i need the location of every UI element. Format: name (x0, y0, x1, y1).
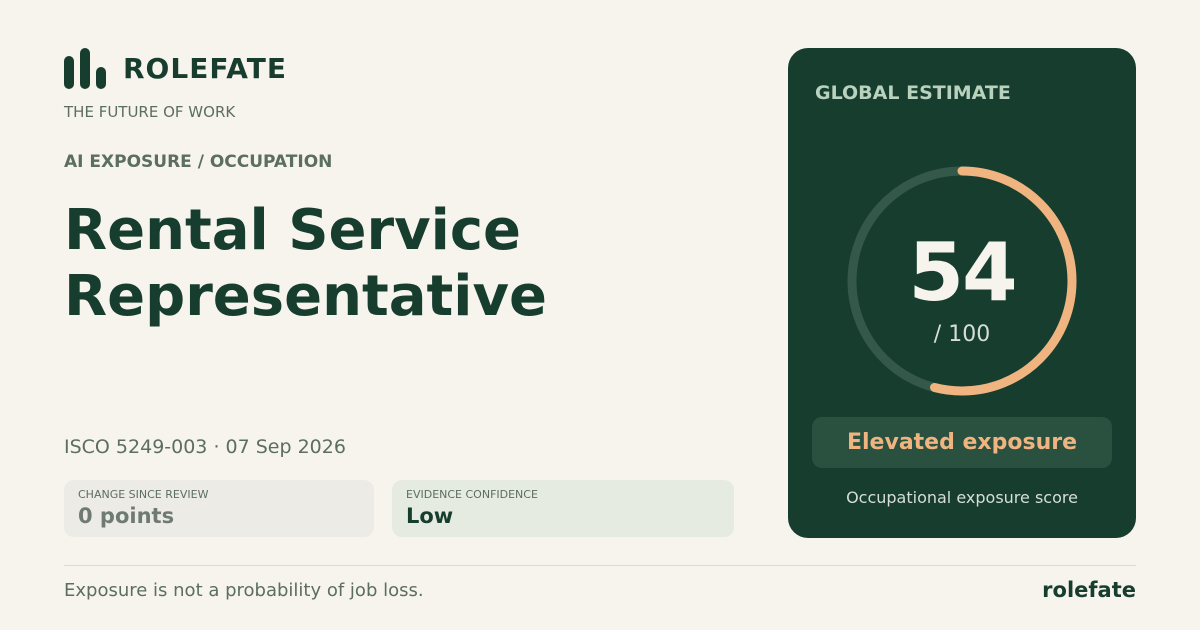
stat-label: EVIDENCE CONFIDENCE (406, 488, 538, 501)
change-since-review-stat: CHANGE SINCE REVIEW 0 points (64, 480, 374, 537)
brand-tagline: THE FUTURE OF WORK (64, 103, 236, 121)
evidence-confidence-stat: EVIDENCE CONFIDENCE Low (392, 480, 734, 537)
footer-divider (64, 565, 1136, 566)
stat-value: 0 points (78, 504, 175, 528)
title-line-2: Representative (64, 264, 547, 329)
brand-logo: ROLEFATE (64, 48, 287, 89)
score-card: GLOBAL ESTIMATE 54 / 100 Elevated exposu… (788, 48, 1136, 538)
bar-chart-icon (64, 48, 106, 89)
occupation-meta: ISCO 5249-003 · 07 Sep 2026 (64, 436, 346, 458)
stat-value: Low (406, 504, 454, 528)
page-eyebrow: AI EXPOSURE / OCCUPATION (64, 152, 333, 172)
footer-brand: rolefate (1042, 578, 1136, 602)
score-value: 54 (908, 226, 1017, 319)
footer-note: Exposure is not a probability of job los… (64, 580, 424, 601)
exposure-badge: Elevated exposure (812, 417, 1112, 468)
score-max: / 100 (933, 322, 991, 347)
stat-label: CHANGE SINCE REVIEW (78, 488, 209, 501)
page-title: Rental Service Representative (64, 198, 744, 330)
card-eyebrow: GLOBAL ESTIMATE (815, 82, 1011, 104)
brand-name: ROLEFATE (123, 52, 287, 85)
card-footer: Occupational exposure score (846, 488, 1078, 507)
title-line-1: Rental Service (64, 198, 522, 263)
